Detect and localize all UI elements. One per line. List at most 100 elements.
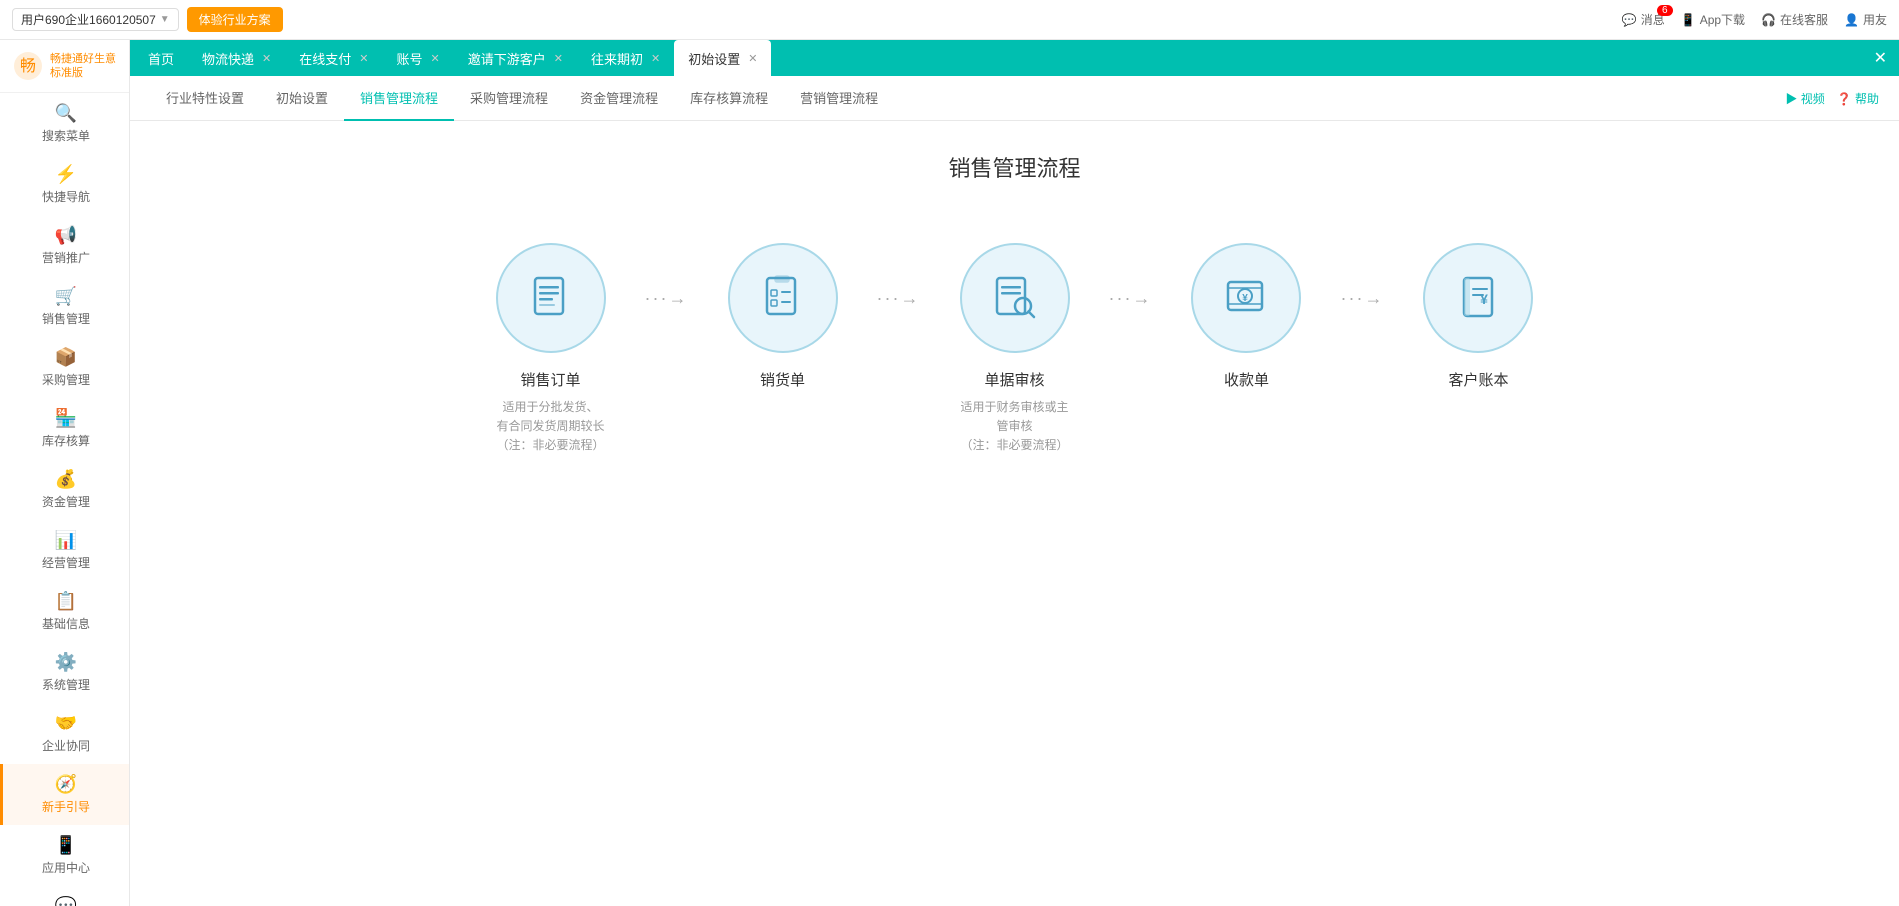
user-label: 用户690企业1660120507: [21, 11, 156, 28]
tab-label: 初始设置: [688, 49, 740, 68]
search-icon: 🔍: [55, 103, 77, 124]
sales-icon: 🛒: [55, 286, 77, 307]
sidebar-items: 🔍 搜索菜单 ⚡ 快捷导航 📢 营销推广 🛒 销售管理 📦 采购管理 🏪 库存核…: [0, 93, 129, 906]
flow-circle-audit[interactable]: [960, 243, 1070, 353]
nav-tab-payment[interactable]: 在线支付✕: [285, 40, 382, 76]
nav-tab-logistics[interactable]: 物流快递 ✕: [188, 40, 285, 76]
nav-tab-init[interactable]: 初始设置 ✕: [674, 40, 771, 76]
app-download-button[interactable]: 📱 App下载: [1681, 11, 1745, 28]
sidebar-item-label: 新手引导: [42, 798, 90, 815]
user-avatar-button[interactable]: 👤 用友: [1844, 11, 1887, 28]
play-icon: ▶: [1785, 92, 1800, 106]
finance-icon: 💰: [55, 469, 77, 490]
page-content: 销售管理流程 销售订单适用于分批发货、有合同发货周期较长（注：非必要流程）···…: [130, 121, 1899, 486]
sidebar-item-collab[interactable]: 🤝 企业协同: [0, 703, 129, 764]
video-action[interactable]: ▶ 视频: [1785, 90, 1824, 107]
service-label: 在线客服: [1780, 11, 1828, 28]
flow-circle-sales_invoice[interactable]: [728, 243, 838, 353]
flow-arrow: ···→: [641, 288, 693, 309]
sidebar-item-operation[interactable]: 📊 经营管理: [0, 520, 129, 581]
sidebar-item-guide[interactable]: 🧭 新手引导: [0, 764, 129, 825]
sidebar-item-label: 系统管理: [42, 676, 90, 693]
flow-circle-receipt[interactable]: ¥: [1191, 243, 1301, 353]
trial-button[interactable]: 体验行业方案: [187, 7, 283, 32]
sub-tab-industry[interactable]: 行业特性设置: [150, 76, 260, 121]
tab-close-icon[interactable]: ✕: [262, 52, 271, 65]
tab-close-icon[interactable]: ✕: [359, 52, 368, 65]
tab-close-icon[interactable]: ✕: [748, 52, 757, 65]
nav-tab-period[interactable]: 往来期初 ✕: [577, 40, 674, 76]
help-action[interactable]: ❓ 帮助: [1837, 90, 1879, 107]
page-title: 销售管理流程: [170, 151, 1859, 183]
purchase-icon: 📦: [55, 347, 77, 368]
flow-circle-customer_ledger[interactable]: ¥: [1423, 243, 1533, 353]
sidebar-item-quick[interactable]: ⚡ 快捷导航: [0, 154, 129, 215]
nav-tab-home[interactable]: 首页: [134, 40, 188, 76]
basic-icon: 📋: [55, 591, 77, 612]
flow-item-receipt: ¥ 收款单: [1156, 243, 1336, 398]
sidebar-item-purchase[interactable]: 📦 采购管理: [0, 337, 129, 398]
logo-text: 畅捷通好生意 标准版: [50, 52, 116, 81]
top-bar-right: 💬 消息 6 📱 App下载 🎧 在线客服 👤 用友: [1622, 11, 1887, 28]
sidebar-item-marketing[interactable]: 📢 营销推广: [0, 215, 129, 276]
svg-text:¥: ¥: [1481, 291, 1489, 307]
dropdown-arrow-icon: ▼: [160, 14, 170, 25]
flow-item-sales_order: 销售订单适用于分批发货、有合同发货周期较长（注：非必要流程）: [461, 243, 641, 456]
logo-icon: 畅: [12, 50, 44, 82]
sub-tab-finance_flow[interactable]: 资金管理流程: [564, 76, 674, 121]
operation-icon: 📊: [55, 530, 77, 551]
tab-close-icon[interactable]: ✕: [554, 52, 563, 65]
tab-label: 往来期初: [591, 49, 643, 68]
flow-item-sales_invoice: 销货单: [693, 243, 873, 398]
sidebar-item-basic[interactable]: 📋 基础信息: [0, 581, 129, 642]
close-all-button[interactable]: ✕: [1866, 48, 1895, 68]
sidebar-item-label: 销售管理: [42, 310, 90, 327]
nav-tab-invite[interactable]: 邀请下游客户 ✕: [454, 40, 577, 76]
customer-service-button[interactable]: 🎧 在线客服: [1761, 11, 1828, 28]
sub-tab-init[interactable]: 初始设置: [260, 76, 344, 121]
headset-icon: 🎧: [1761, 13, 1776, 27]
tab-label: 邀请下游客户: [468, 49, 546, 68]
quick-icon: ⚡: [55, 164, 77, 185]
sidebar-item-search[interactable]: 🔍 搜索菜单: [0, 93, 129, 154]
flow-item-desc-audit: 适用于财务审核或主管审核（注：非必要流程）: [960, 398, 1068, 456]
sidebar: 畅 畅捷通好生意 标准版 🔍 搜索菜单 ⚡ 快捷导航 📢 营销推广 🛒 销售管理…: [0, 40, 130, 906]
sidebar-item-wechat[interactable]: 💬 企业微信: [0, 886, 129, 906]
sidebar-item-label: 基础信息: [42, 615, 90, 632]
nav-tab-account[interactable]: 账号✕: [382, 40, 453, 76]
question-icon: ❓: [1837, 92, 1855, 106]
sub-tab-marketing_flow[interactable]: 营销管理流程: [784, 76, 894, 121]
flow-circle-sales_order[interactable]: [496, 243, 606, 353]
sidebar-item-sales[interactable]: 🛒 销售管理: [0, 276, 129, 337]
flow-arrow: ···→: [1336, 288, 1388, 309]
flow-item-audit: 单据审核适用于财务审核或主管审核（注：非必要流程）: [925, 243, 1105, 456]
tab-close-icon[interactable]: ✕: [431, 52, 440, 65]
apps-icon: 📱: [55, 835, 77, 856]
tab-label: 首页: [148, 49, 174, 68]
sub-tab-sales_flow[interactable]: 销售管理流程: [344, 76, 454, 121]
user-name: 用友: [1863, 11, 1887, 28]
sidebar-item-finance[interactable]: 💰 资金管理: [0, 459, 129, 520]
tab-label: 物流快递: [202, 49, 254, 68]
guide-icon: 🧭: [55, 774, 77, 795]
wechat-icon: 💬: [55, 896, 77, 906]
flow-item-desc-sales_order: 适用于分批发货、有合同发货周期较长（注：非必要流程）: [497, 398, 605, 456]
sub-tabs: 行业特性设置初始设置销售管理流程采购管理流程资金管理流程库存核算流程营销管理流程…: [130, 76, 1899, 121]
sub-tab-purchase_flow[interactable]: 采购管理流程: [454, 76, 564, 121]
flow-arrow: ···→: [873, 288, 925, 309]
sidebar-item-inventory[interactable]: 🏪 库存核算: [0, 398, 129, 459]
sidebar-item-label: 库存核算: [42, 432, 90, 449]
sub-tab-inventory_flow[interactable]: 库存核算流程: [674, 76, 784, 121]
logo: 畅 畅捷通好生意 标准版: [0, 40, 129, 93]
top-bar: 用户690企业1660120507 ▼ 体验行业方案 💬 消息 6 📱 App下…: [0, 0, 1899, 40]
tab-close-icon[interactable]: ✕: [651, 52, 660, 65]
top-bar-left: 用户690企业1660120507 ▼ 体验行业方案: [12, 7, 283, 32]
sidebar-item-label: 营销推广: [42, 249, 90, 266]
message-button[interactable]: 💬 消息 6: [1622, 11, 1665, 28]
collab-icon: 🤝: [55, 713, 77, 734]
sidebar-item-apps[interactable]: 📱 应用中心: [0, 825, 129, 886]
user-selector[interactable]: 用户690企业1660120507 ▼: [12, 8, 179, 31]
nav-tabs: 首页物流快递✕在线支付✕账号✕邀请下游客户✕往来期初✕初始设置✕✕: [130, 40, 1899, 76]
sidebar-item-system[interactable]: ⚙️ 系统管理: [0, 642, 129, 703]
avatar-icon: 👤: [1844, 13, 1859, 27]
